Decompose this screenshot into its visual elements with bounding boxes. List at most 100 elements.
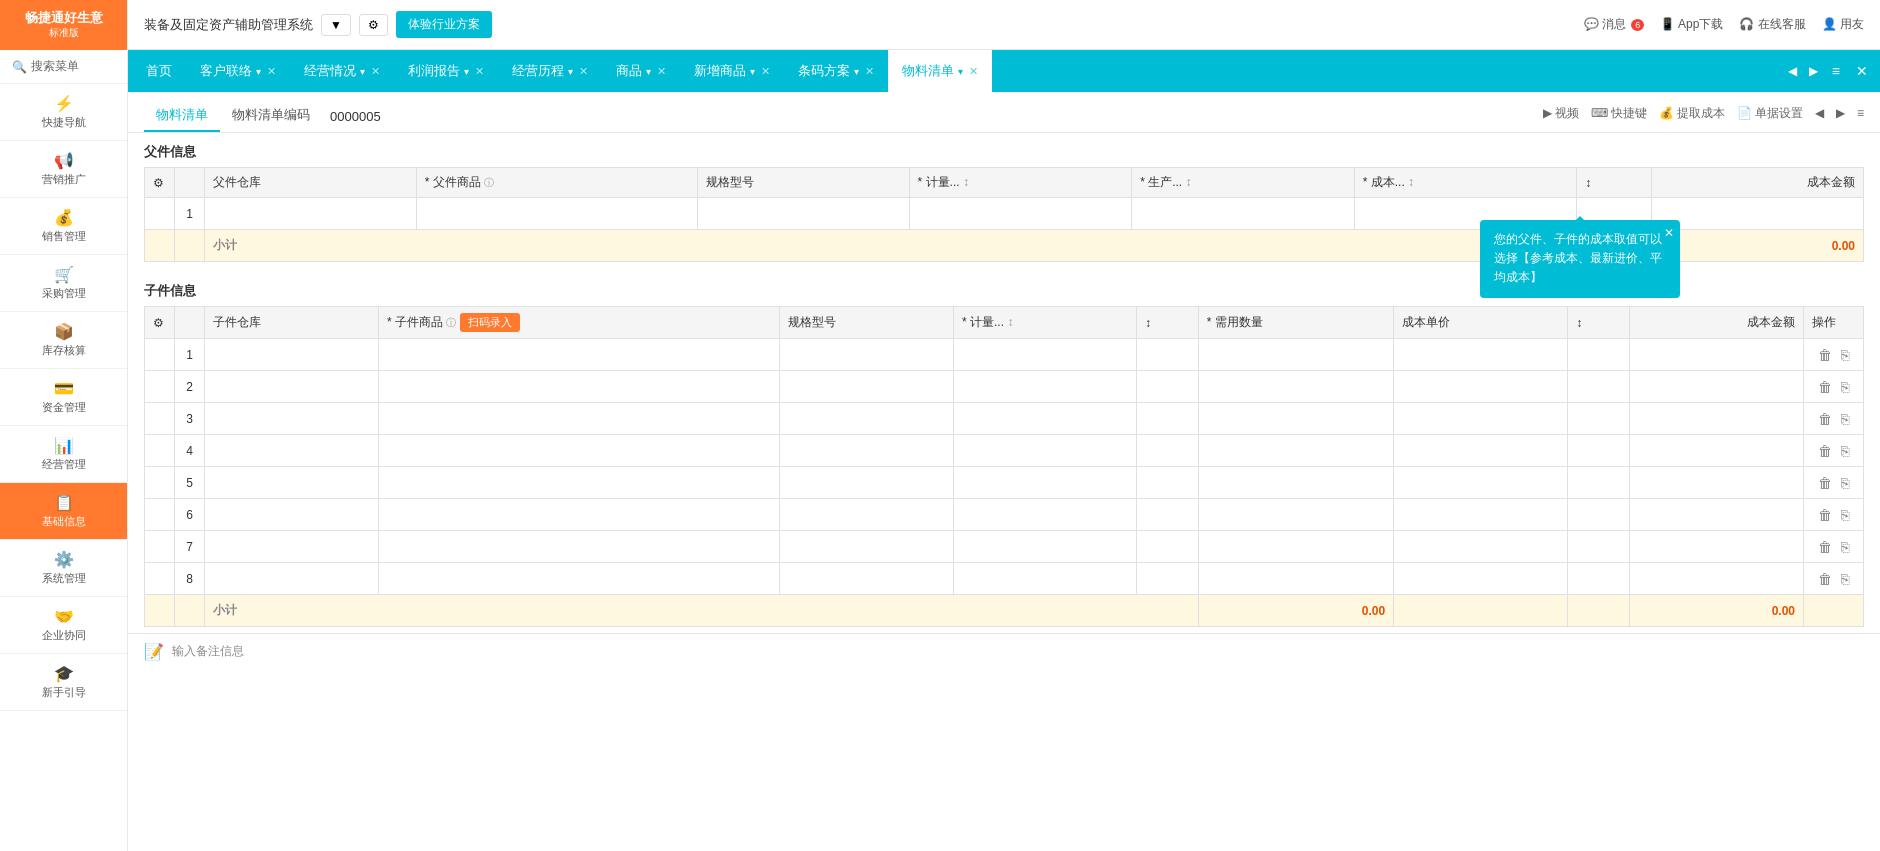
child-row-quantity[interactable] (1198, 467, 1394, 499)
child-row-product[interactable] (379, 435, 780, 467)
nav-prev-btn[interactable]: ◀ (1782, 64, 1803, 78)
delete-icon[interactable]: 🗑 (1818, 379, 1832, 395)
settings-btn[interactable]: ⚙ (359, 14, 388, 36)
child-row-product[interactable] (379, 499, 780, 531)
tab-customers-close[interactable]: ✕ (267, 65, 276, 78)
child-row-unit[interactable] (954, 371, 1137, 403)
sidebar-item-search[interactable]: 🔍 搜索菜单 (0, 50, 127, 84)
scan-input-btn[interactable]: 扫码录入 (460, 313, 520, 332)
tab-history-close[interactable]: ✕ (579, 65, 588, 78)
child-row-spec[interactable] (779, 531, 953, 563)
setting-btn[interactable]: 📄 单据设置 (1737, 105, 1803, 122)
sidebar-item-marketing[interactable]: 📢 营销推广 (0, 141, 127, 198)
tab-bom-close[interactable]: ✕ (969, 65, 978, 78)
cost-btn[interactable]: 💰 提取成本 (1659, 105, 1725, 122)
tab-new-product[interactable]: 新增商品 ▾ ✕ (680, 50, 784, 92)
experience-btn[interactable]: 体验行业方案 (396, 11, 492, 38)
child-row-spec[interactable] (779, 403, 953, 435)
parent-row-warehouse[interactable] (205, 198, 417, 230)
child-row-warehouse[interactable] (205, 403, 379, 435)
child-row-unit[interactable] (954, 435, 1137, 467)
user-avatar[interactable]: 👤 用友 (1822, 16, 1864, 33)
parent-row-produce[interactable] (1132, 198, 1355, 230)
shortcut-btn[interactable]: ⌨ 快捷键 (1591, 105, 1647, 122)
tab-bom[interactable]: 物料清单 ▾ ✕ (888, 50, 992, 92)
child-row-unit-cost[interactable] (1394, 435, 1568, 467)
pagination-prev[interactable]: ◀ (1815, 106, 1824, 120)
parent-row-unit[interactable] (909, 198, 1132, 230)
nav-list-btn[interactable]: ≡ (1824, 63, 1848, 79)
child-row-quantity[interactable] (1198, 403, 1394, 435)
parent-th-gear[interactable]: ⚙ (145, 168, 175, 198)
tab-customers[interactable]: 客户联络 ▾ ✕ (186, 50, 290, 92)
sidebar-item-purchase[interactable]: 🛒 采购管理 (0, 255, 127, 312)
delete-icon[interactable]: 🗑 (1818, 347, 1832, 363)
sidebar-item-quicknav[interactable]: ⚡ 快捷导航 (0, 84, 127, 141)
child-row-unit-cost[interactable] (1394, 467, 1568, 499)
child-row-quantity[interactable] (1198, 339, 1394, 371)
online-service-btn[interactable]: 🎧 在线客服 (1739, 16, 1805, 33)
child-row-spec[interactable] (779, 563, 953, 595)
sidebar-item-sales[interactable]: 💰 销售管理 (0, 198, 127, 255)
tab-products[interactable]: 商品 ▾ ✕ (602, 50, 680, 92)
copy-icon[interactable]: ⎘ (1841, 571, 1849, 587)
child-row-spec[interactable] (779, 435, 953, 467)
pagination-next[interactable]: ▶ (1836, 106, 1845, 120)
child-row-warehouse[interactable] (205, 531, 379, 563)
sub-tab-bom-code[interactable]: 物料清单编码 (220, 100, 322, 132)
child-row-spec[interactable] (779, 499, 953, 531)
app-download-btn[interactable]: 📱 App下载 (1660, 16, 1723, 33)
sidebar-item-operation[interactable]: 📊 经营管理 (0, 426, 127, 483)
child-row-unit-cost[interactable] (1394, 499, 1568, 531)
tab-barcode-close[interactable]: ✕ (865, 65, 874, 78)
tab-profit-close[interactable]: ✕ (475, 65, 484, 78)
child-row-unit-cost[interactable] (1394, 339, 1568, 371)
child-row-quantity[interactable] (1198, 499, 1394, 531)
sidebar-item-finance[interactable]: 💳 资金管理 (0, 369, 127, 426)
delete-icon[interactable]: 🗑 (1818, 539, 1832, 555)
child-row-warehouse[interactable] (205, 467, 379, 499)
delete-icon[interactable]: 🗑 (1818, 475, 1832, 491)
child-row-warehouse[interactable] (205, 339, 379, 371)
child-row-product[interactable] (379, 467, 780, 499)
child-row-spec[interactable] (779, 339, 953, 371)
child-row-unit[interactable] (954, 403, 1137, 435)
nav-close-all-btn[interactable]: ✕ (1848, 63, 1876, 79)
child-row-unit[interactable] (954, 563, 1137, 595)
child-row-unit[interactable] (954, 339, 1137, 371)
child-row-warehouse[interactable] (205, 435, 379, 467)
delete-icon[interactable]: 🗑 (1818, 507, 1832, 523)
nav-next-btn[interactable]: ▶ (1803, 64, 1824, 78)
copy-icon[interactable]: ⎘ (1841, 507, 1849, 523)
child-row-spec[interactable] (779, 467, 953, 499)
sidebar-item-system[interactable]: ⚙️ 系统管理 (0, 540, 127, 597)
child-row-quantity[interactable] (1198, 435, 1394, 467)
child-row-warehouse[interactable] (205, 371, 379, 403)
delete-icon[interactable]: 🗑 (1818, 411, 1832, 427)
delete-icon[interactable]: 🗑 (1818, 571, 1832, 587)
sub-tab-bom-list[interactable]: 物料清单 (144, 100, 220, 132)
parent-row-spec[interactable] (697, 198, 909, 230)
child-row-product[interactable] (379, 531, 780, 563)
child-row-product[interactable] (379, 563, 780, 595)
child-row-quantity[interactable] (1198, 531, 1394, 563)
tab-history[interactable]: 经营历程 ▾ ✕ (498, 50, 602, 92)
child-row-warehouse[interactable] (205, 563, 379, 595)
copy-icon[interactable]: ⎘ (1841, 411, 1849, 427)
sidebar-item-inventory[interactable]: 📦 库存核算 (0, 312, 127, 369)
copy-icon[interactable]: ⎘ (1841, 475, 1849, 491)
copy-icon[interactable]: ⎘ (1841, 379, 1849, 395)
copy-icon[interactable]: ⎘ (1841, 443, 1849, 459)
child-row-product[interactable] (379, 339, 780, 371)
child-row-unit-cost[interactable] (1394, 531, 1568, 563)
sidebar-item-basic[interactable]: 📋 基础信息 (0, 483, 127, 540)
child-th-gear[interactable]: ⚙ (145, 307, 175, 339)
tab-profit[interactable]: 利润报告 ▾ ✕ (394, 50, 498, 92)
tab-barcode[interactable]: 条码方案 ▾ ✕ (784, 50, 888, 92)
sidebar-item-guide[interactable]: 🎓 新手引导 (0, 654, 127, 711)
tab-home[interactable]: 首页 (132, 50, 186, 92)
tab-new-product-close[interactable]: ✕ (761, 65, 770, 78)
tab-operations-close[interactable]: ✕ (371, 65, 380, 78)
layout-icon[interactable]: ≡ (1857, 106, 1864, 120)
message-btn[interactable]: 💬 消息 6 (1584, 16, 1645, 33)
